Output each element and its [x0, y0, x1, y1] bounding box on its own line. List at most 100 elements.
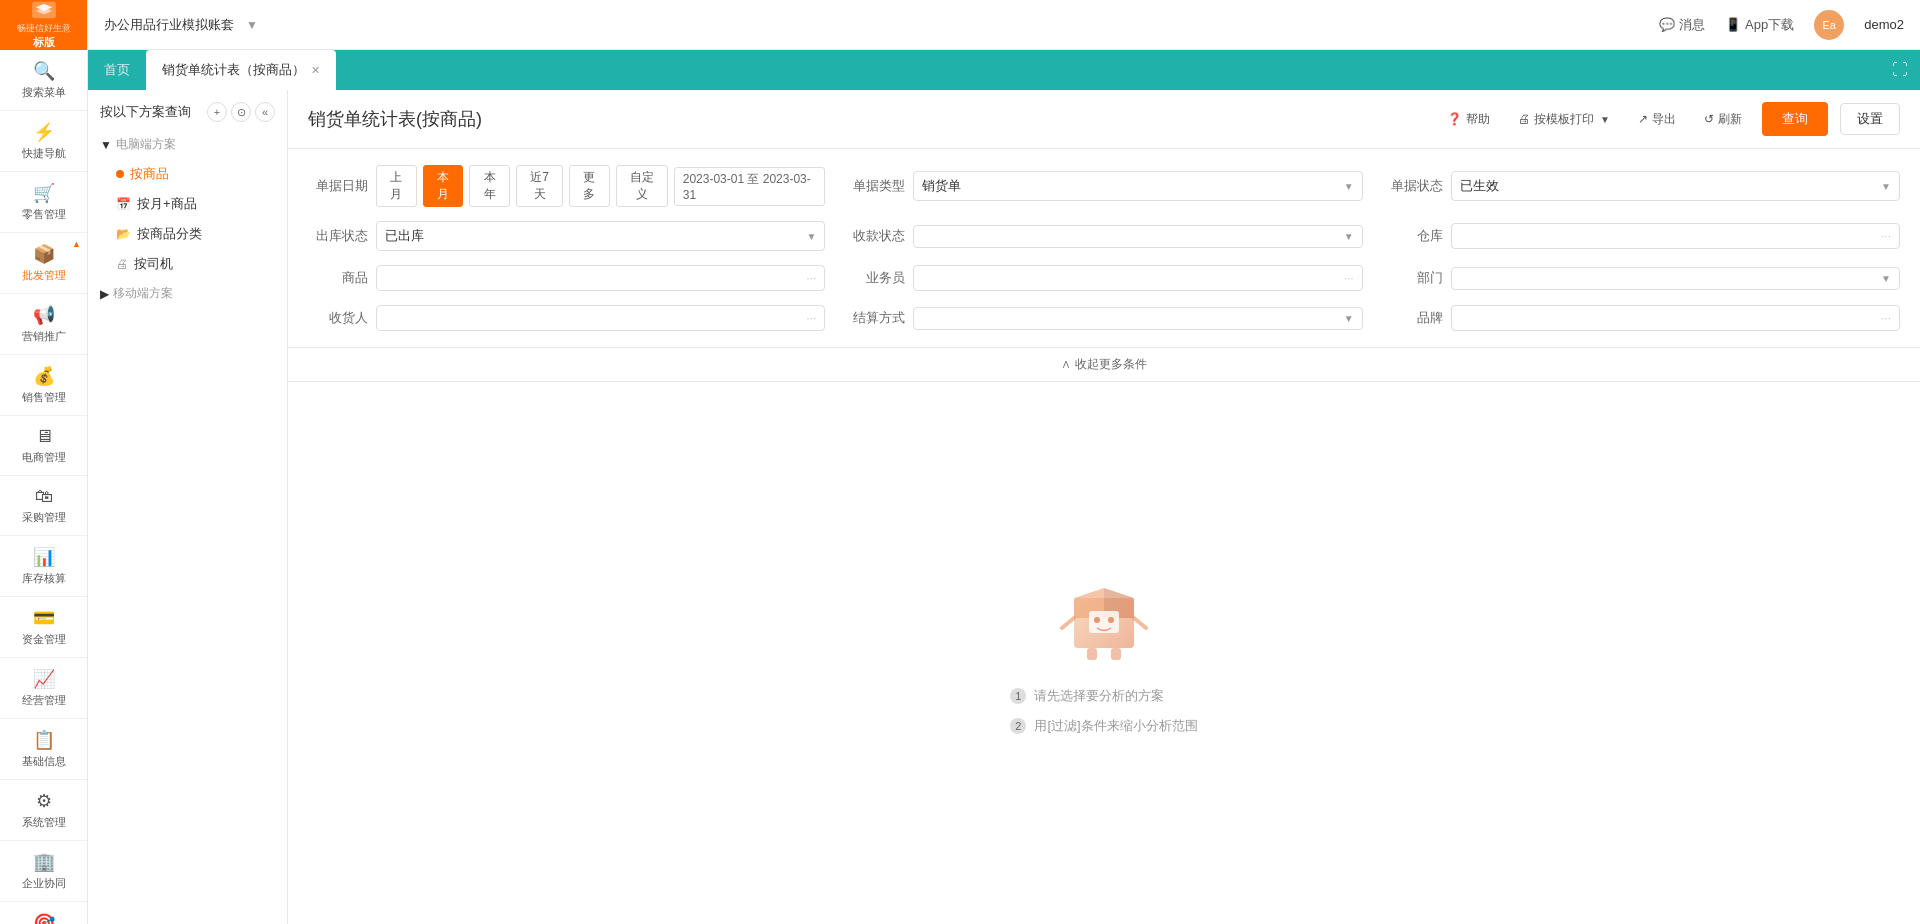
- sidebar-item-finance[interactable]: 💳 资金管理: [0, 597, 87, 658]
- salesman-label: 业务员: [845, 269, 905, 287]
- stock-out-control[interactable]: 已出库 ▼: [376, 221, 825, 251]
- doc-type-value: 销货单: [922, 177, 1343, 195]
- app-logo[interactable]: 畅捷信好生意 标版: [0, 0, 87, 50]
- empty-state-tips: 1 请先选择要分析的方案 2 用[过滤]条件来缩小分析范围: [1010, 683, 1197, 743]
- tip-num-2: 2: [1010, 718, 1026, 734]
- doc-status-value: 已生效: [1460, 177, 1881, 195]
- print-dropdown-icon[interactable]: ▼: [1600, 114, 1610, 125]
- doc-type-control[interactable]: 销货单 ▼: [913, 171, 1362, 201]
- payment-status-control[interactable]: ▼: [913, 225, 1362, 248]
- app-logo-label: 畅捷信好生意: [17, 22, 71, 35]
- edit-scheme-btn[interactable]: ⊙: [231, 102, 251, 122]
- marketing-icon: 📢: [33, 304, 55, 326]
- enterprise-icon: 🏢: [33, 851, 55, 873]
- refresh-btn[interactable]: ↺ 刷新: [1696, 107, 1750, 132]
- date-btn-last-month[interactable]: 上月: [376, 165, 417, 207]
- settlement-control[interactable]: ▼: [913, 307, 1362, 330]
- sidebar-item-purchase[interactable]: 🛍 采购管理: [0, 476, 87, 536]
- settings-btn[interactable]: 设置: [1840, 103, 1900, 135]
- tree-item-by-product[interactable]: 按商品: [104, 159, 287, 189]
- filter-field-doc-status: 单据状态 已生效 ▼: [1383, 171, 1900, 201]
- sidebar-item-inventory[interactable]: 📊 库存核算: [0, 536, 87, 597]
- sidebar-item-wholesale[interactable]: 📦 批发管理 ▲: [0, 233, 87, 294]
- date-btn-this-month[interactable]: 本月: [423, 165, 464, 207]
- content-area: 按以下方案查询 + ⊙ « ▼ 电脑端方案 按商品 📅 按月+商品: [88, 90, 1920, 924]
- brand-control[interactable]: ···: [1451, 305, 1900, 331]
- export-btn[interactable]: ↗ 导出: [1630, 107, 1684, 132]
- print-btn[interactable]: 🖨 按模板打印 ▼: [1510, 107, 1618, 132]
- export-label: 导出: [1652, 111, 1676, 128]
- tab-home[interactable]: 首页: [88, 50, 146, 90]
- settlement-label: 结算方式: [845, 309, 905, 327]
- tree-item-by-product-category[interactable]: 📂 按商品分类: [104, 219, 287, 249]
- sidebar-item-enterprise[interactable]: 🏢 企业协同: [0, 841, 87, 902]
- doc-status-control[interactable]: 已生效 ▼: [1451, 171, 1900, 201]
- sidebar-item-basic[interactable]: 📋 基础信息: [0, 719, 87, 780]
- retail-icon: 🛒: [33, 182, 55, 204]
- left-sidebar: 畅捷信好生意 标版 🔍 搜索菜单 ⚡ 快捷导航 🛒 零售管理 📦 批发管理 ▲ …: [0, 0, 88, 924]
- sidebar-item-finance-label: 资金管理: [22, 632, 66, 647]
- query-btn[interactable]: 查询: [1762, 102, 1828, 136]
- date-range-display: 2023-03-01 至 2023-03-31: [674, 167, 826, 206]
- tip-text-1: 请先选择要分析的方案: [1034, 683, 1164, 709]
- user-name[interactable]: demo2: [1864, 17, 1904, 32]
- user-avatar[interactable]: Ea: [1814, 10, 1844, 40]
- operation-icon: 📈: [33, 668, 55, 690]
- filter-sidebar-actions: + ⊙ «: [207, 102, 275, 122]
- user-avatar-img: Ea: [1823, 19, 1836, 31]
- workspace-dropdown-icon[interactable]: ▼: [246, 18, 258, 32]
- warehouse-label: 仓库: [1383, 227, 1443, 245]
- doc-status-arrow-icon: ▼: [1881, 181, 1891, 192]
- sidebar-item-quicknav-label: 快捷导航: [22, 146, 66, 161]
- add-scheme-btn[interactable]: +: [207, 102, 227, 122]
- folder-icon: 📂: [116, 227, 131, 241]
- tree-item-by-month-product[interactable]: 📅 按月+商品: [104, 189, 287, 219]
- date-btn-7days[interactable]: 近7天: [516, 165, 563, 207]
- tip-text-2: 用[过滤]条件来缩小分析范围: [1034, 713, 1197, 739]
- stock-out-label: 出库状态: [308, 227, 368, 245]
- department-label: 部门: [1383, 269, 1443, 287]
- sidebar-item-newguide[interactable]: 🎯 新手引导: [0, 902, 87, 924]
- message-label: 消息: [1679, 16, 1705, 34]
- date-btn-this-year[interactable]: 本年: [469, 165, 510, 207]
- collapse-bar[interactable]: ∧ 收起更多条件: [288, 348, 1920, 382]
- sidebar-item-ecommerce[interactable]: 🖥 电商管理: [0, 416, 87, 476]
- tab-sales-stat[interactable]: 销货单统计表（按商品） ✕: [146, 50, 336, 90]
- sidebar-item-operation[interactable]: 📈 经营管理: [0, 658, 87, 719]
- date-btn-custom[interactable]: 自定义: [616, 165, 668, 207]
- filter-sidebar-title: 按以下方案查询: [100, 103, 191, 121]
- collapse-sidebar-btn[interactable]: «: [255, 102, 275, 122]
- sidebar-item-retail[interactable]: 🛒 零售管理: [0, 172, 87, 233]
- sidebar-item-wholesale-label: 批发管理: [22, 268, 66, 283]
- finance-icon: 💳: [33, 607, 55, 629]
- tree-group-mobile-label: 移动端方案: [113, 285, 173, 302]
- product-control[interactable]: ···: [376, 265, 825, 291]
- basic-icon: 📋: [33, 729, 55, 751]
- tab-maximize-btn[interactable]: ⛶: [1880, 61, 1920, 79]
- sidebar-item-search[interactable]: 🔍 搜索菜单: [0, 50, 87, 111]
- message-btn[interactable]: 💬 消息: [1659, 16, 1705, 34]
- empty-state: 1 请先选择要分析的方案 2 用[过滤]条件来缩小分析范围: [288, 382, 1920, 924]
- department-control[interactable]: ▼: [1451, 267, 1900, 290]
- active-dot-icon: [116, 170, 124, 178]
- wholesale-icon: 📦: [33, 243, 55, 265]
- sidebar-item-sales[interactable]: 💰 销售管理: [0, 355, 87, 416]
- help-btn[interactable]: ❓ 帮助: [1439, 107, 1498, 132]
- receiver-control[interactable]: ···: [376, 305, 825, 331]
- sidebar-item-marketing[interactable]: 📢 营销推广: [0, 294, 87, 355]
- tree-item-by-cashier[interactable]: 🖨 按司机: [104, 249, 287, 279]
- app-download-btn[interactable]: 📱 App下载: [1725, 16, 1794, 34]
- svg-point-5: [1094, 617, 1100, 623]
- receiver-label: 收货人: [308, 309, 368, 327]
- filter-field-salesman: 业务员 ···: [845, 265, 1362, 291]
- export-icon: ↗: [1638, 112, 1648, 126]
- sidebar-item-system[interactable]: ⚙ 系统管理: [0, 780, 87, 841]
- date-btn-more[interactable]: 更多: [569, 165, 610, 207]
- salesman-control[interactable]: ···: [913, 265, 1362, 291]
- receiver-dots-icon: ···: [806, 311, 816, 325]
- tab-close-btn[interactable]: ✕: [311, 64, 320, 77]
- sidebar-item-quicknav[interactable]: ⚡ 快捷导航: [0, 111, 87, 172]
- filter-field-brand: 品牌 ···: [1383, 305, 1900, 331]
- tab-home-label: 首页: [104, 61, 130, 79]
- warehouse-control[interactable]: ···: [1451, 223, 1900, 249]
